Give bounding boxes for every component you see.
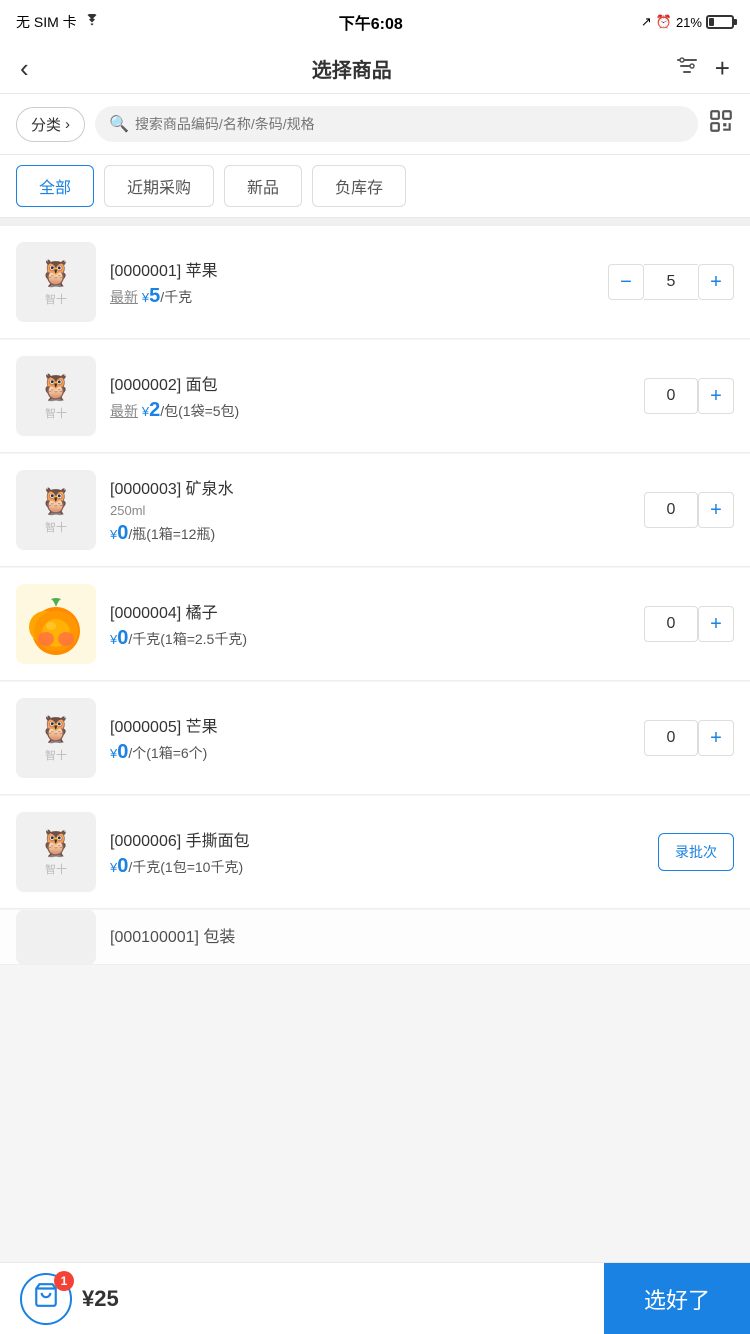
qty-control: + bbox=[644, 492, 734, 528]
qty-plus-button[interactable]: + bbox=[698, 606, 734, 642]
status-time: 下午6:08 bbox=[339, 10, 403, 34]
search-icon: 🔍 bbox=[109, 114, 129, 134]
product-image: 🦉 智十 bbox=[16, 812, 96, 892]
product-image bbox=[16, 910, 96, 965]
qty-input[interactable] bbox=[644, 720, 698, 756]
qty-plus-button[interactable]: + bbox=[698, 264, 734, 300]
product-image: 🦉 智十 bbox=[16, 698, 96, 778]
qty-input[interactable] bbox=[644, 264, 698, 300]
product-image bbox=[16, 584, 96, 664]
list-item: [000100001] 包装 bbox=[0, 910, 750, 965]
divider bbox=[0, 218, 750, 226]
add-button[interactable]: + bbox=[715, 53, 730, 84]
status-left: 无 SIM 卡 bbox=[16, 12, 101, 32]
filter-icon[interactable] bbox=[675, 54, 699, 84]
owl-icon: 🦉 bbox=[40, 372, 72, 403]
qty-plus-button[interactable]: + bbox=[698, 720, 734, 756]
owl-icon: 🦉 bbox=[40, 486, 72, 517]
owl-icon: 🦉 bbox=[40, 258, 72, 289]
list-item: 🦉 智十 [0000001] 苹果 最新 ¥5/千克 − + bbox=[0, 226, 750, 339]
product-image: 🦉 智十 bbox=[16, 356, 96, 436]
category-chevron: › bbox=[65, 116, 70, 133]
battery-icon bbox=[706, 15, 734, 29]
qty-input[interactable] bbox=[644, 492, 698, 528]
product-name: [0000006] 手撕面包 bbox=[110, 827, 644, 851]
cart-area: 1 ¥25 bbox=[0, 1273, 604, 1325]
cart-total: ¥25 bbox=[82, 1286, 119, 1312]
status-bar: 无 SIM 卡 下午6:08 ↗ ⏰ 21% bbox=[0, 0, 750, 44]
owl-icon: 🦉 bbox=[40, 714, 72, 745]
qty-minus-button[interactable]: − bbox=[608, 264, 644, 300]
product-name: [0000005] 芒果 bbox=[110, 713, 630, 737]
nav-actions: + bbox=[675, 53, 730, 84]
cart-button[interactable]: 1 bbox=[20, 1273, 72, 1325]
wifi-icon bbox=[83, 14, 101, 31]
battery-percent: 21% bbox=[676, 15, 702, 30]
product-info: [0000003] 矿泉水 250ml ¥0/瓶(1箱=12瓶) bbox=[110, 475, 630, 545]
back-button[interactable]: ‹ bbox=[20, 53, 29, 84]
category-label: 分类 bbox=[31, 114, 61, 135]
product-image: 🦉 智十 bbox=[16, 470, 96, 550]
qty-plus-button[interactable]: + bbox=[698, 492, 734, 528]
product-spec: 250ml bbox=[110, 503, 630, 518]
product-price: ¥0/千克(1包=10千克) bbox=[110, 855, 644, 878]
list-item: [0000004] 橘子 ¥0/千克(1箱=2.5千克) + bbox=[0, 568, 750, 681]
product-image: 🦉 智十 bbox=[16, 242, 96, 322]
list-item: 🦉 智十 [0000005] 芒果 ¥0/个(1箱=6个) + bbox=[0, 682, 750, 795]
qty-control: − + bbox=[608, 264, 734, 300]
category-button[interactable]: 分类 › bbox=[16, 107, 85, 142]
product-name: [000100001] 包装 bbox=[110, 923, 734, 947]
product-name: [0000003] 矿泉水 bbox=[110, 475, 630, 499]
search-input[interactable] bbox=[135, 116, 684, 132]
product-info: [0000004] 橘子 ¥0/千克(1箱=2.5千克) bbox=[110, 599, 630, 650]
tab-negative-stock[interactable]: 负库存 bbox=[312, 165, 406, 207]
location-icon: ↗ bbox=[641, 14, 652, 30]
product-info: [0000002] 面包 最新 ¥2/包(1袋=5包) bbox=[110, 371, 630, 422]
confirm-button[interactable]: 选好了 bbox=[604, 1263, 750, 1334]
page-title: 选择商品 bbox=[312, 54, 392, 83]
product-price: 最新 ¥5/千克 bbox=[110, 285, 594, 308]
tab-bar: 全部 近期采购 新品 负库存 bbox=[0, 155, 750, 218]
status-right: ↗ ⏰ 21% bbox=[641, 14, 734, 30]
record-batch-button[interactable]: 录批次 bbox=[658, 833, 734, 871]
owl-icon: 🦉 bbox=[40, 828, 72, 859]
cart-badge: 1 bbox=[54, 1271, 74, 1291]
qty-plus-button[interactable]: + bbox=[698, 378, 734, 414]
tab-all[interactable]: 全部 bbox=[16, 165, 94, 207]
qty-control: + bbox=[644, 720, 734, 756]
search-area: 分类 › 🔍 bbox=[0, 94, 750, 155]
product-price: ¥0/千克(1箱=2.5千克) bbox=[110, 627, 630, 650]
list-item: 🦉 智十 [0000006] 手撕面包 ¥0/千克(1包=10千克) 录批次 bbox=[0, 796, 750, 909]
product-name: [0000001] 苹果 bbox=[110, 257, 594, 281]
product-price: ¥0/瓶(1箱=12瓶) bbox=[110, 522, 630, 545]
product-info: [0000001] 苹果 最新 ¥5/千克 bbox=[110, 257, 594, 308]
product-name: [0000004] 橘子 bbox=[110, 599, 630, 623]
qty-input[interactable] bbox=[644, 606, 698, 642]
carrier-label: 无 SIM 卡 bbox=[16, 12, 77, 32]
product-price: 最新 ¥2/包(1袋=5包) bbox=[110, 399, 630, 422]
tab-recent[interactable]: 近期采购 bbox=[104, 165, 214, 207]
scan-icon[interactable] bbox=[708, 108, 734, 140]
bottom-bar: 1 ¥25 选好了 bbox=[0, 1262, 750, 1334]
product-info: [000100001] 包装 bbox=[110, 923, 734, 951]
nav-bar: ‹ 选择商品 + bbox=[0, 44, 750, 94]
product-list: 🦉 智十 [0000001] 苹果 最新 ¥5/千克 − + 🦉 智十 [000… bbox=[0, 226, 750, 1046]
tab-new[interactable]: 新品 bbox=[224, 165, 302, 207]
product-price: ¥0/个(1箱=6个) bbox=[110, 741, 630, 764]
product-info: [0000005] 芒果 ¥0/个(1箱=6个) bbox=[110, 713, 630, 764]
qty-control: + bbox=[644, 378, 734, 414]
qty-control: + bbox=[644, 606, 734, 642]
alarm-icon: ⏰ bbox=[656, 14, 672, 30]
search-box: 🔍 bbox=[95, 106, 698, 142]
product-info: [0000006] 手撕面包 ¥0/千克(1包=10千克) bbox=[110, 827, 644, 878]
list-item: 🦉 智十 [0000003] 矿泉水 250ml ¥0/瓶(1箱=12瓶) + bbox=[0, 454, 750, 567]
product-name: [0000002] 面包 bbox=[110, 371, 630, 395]
list-item: 🦉 智十 [0000002] 面包 最新 ¥2/包(1袋=5包) + bbox=[0, 340, 750, 453]
qty-input[interactable] bbox=[644, 378, 698, 414]
